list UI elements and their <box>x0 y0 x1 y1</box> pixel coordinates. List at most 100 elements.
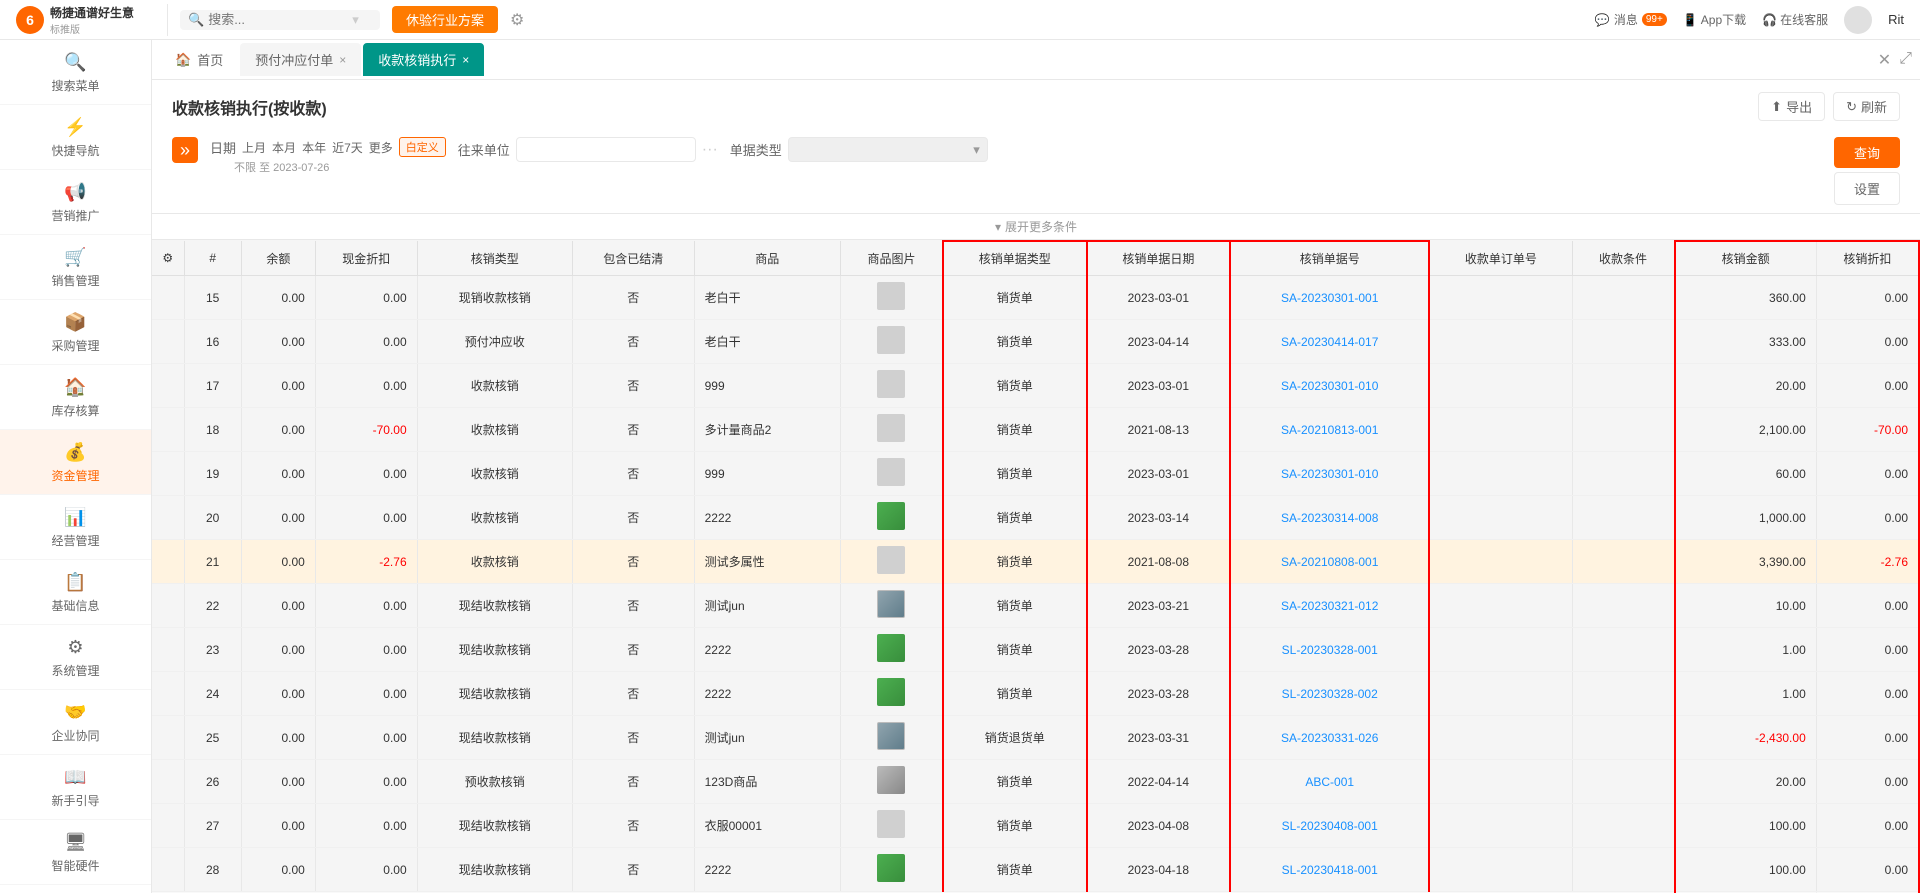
verify-bill-no-cell[interactable]: SA-20230301-001 <box>1230 276 1429 320</box>
verify-bill-link[interactable]: SA-20230321-012 <box>1281 599 1378 613</box>
verify-bill-link[interactable]: SA-20230301-001 <box>1281 291 1378 305</box>
tab-collection-close[interactable]: × <box>462 53 469 67</box>
sidebar-item-hardware[interactable]: 🖥 智能硬件 <box>0 820 151 885</box>
expand-more-button[interactable]: ▾ 展开更多条件 <box>995 218 1077 235</box>
sidebar-label-finance: 资金管理 <box>51 467 99 484</box>
tab-collection-label: 收款核销执行 <box>378 50 456 69</box>
verify-bill-link[interactable]: SL-20230328-002 <box>1282 687 1378 701</box>
verify-bill-no-cell[interactable]: SA-20230321-012 <box>1230 584 1429 628</box>
verify-bill-no-cell[interactable]: SA-20230314-008 <box>1230 496 1429 540</box>
verify-bill-no-cell[interactable]: SA-20230331-026 <box>1230 716 1429 760</box>
sidebar-item-system[interactable]: ⚙ 系统管理 <box>0 625 151 690</box>
verify-bill-link[interactable]: SA-20230301-010 <box>1281 467 1378 481</box>
verify-bill-link[interactable]: ABC-001 <box>1305 775 1354 789</box>
message-button[interactable]: 💬 消息 99+ <box>1595 11 1667 28</box>
verify-bill-no-cell[interactable]: SA-20210813-001 <box>1230 408 1429 452</box>
col-cash-discount: 现金折扣 <box>315 241 417 276</box>
cell: 现结收款核销 <box>417 584 572 628</box>
sidebar-item-finance[interactable]: 💰 资金管理 <box>0 430 151 495</box>
col-settings[interactable]: ⚙ <box>152 241 184 276</box>
cell: 0.00 <box>241 628 315 672</box>
verify-bill-no-cell[interactable]: SL-20230328-002 <box>1230 672 1429 716</box>
verify-bill-no-cell[interactable]: SL-20230328-001 <box>1230 628 1429 672</box>
tab-collection[interactable]: 收款核销执行 × <box>363 43 484 76</box>
table-settings-icon[interactable]: ⚙ <box>162 251 173 265</box>
sidebar-item-purchase[interactable]: 📦 采购管理 <box>0 300 151 365</box>
close-tab-button[interactable]: ✕ <box>1878 50 1891 70</box>
date-opt-custom[interactable]: 白定义 <box>399 137 446 157</box>
cell <box>1429 364 1572 408</box>
sidebar-item-inventory[interactable]: 🏠 库存核算 <box>0 365 151 430</box>
sidebar-item-collab[interactable]: 🤝 企业协同 <box>0 690 151 755</box>
search-input[interactable] <box>208 12 348 27</box>
tab-home-label: 首页 <box>197 50 223 69</box>
verify-bill-link[interactable]: SA-20210808-001 <box>1281 555 1378 569</box>
cell <box>1572 452 1675 496</box>
refresh-button[interactable]: ↻ 刷新 <box>1833 92 1900 121</box>
verify-bill-link[interactable]: SL-20230328-001 <box>1282 643 1378 657</box>
verify-bill-link[interactable]: SL-20230408-001 <box>1282 819 1378 833</box>
online-service-button[interactable]: 🎧 在线客服 <box>1762 11 1828 28</box>
cell <box>152 452 184 496</box>
cell: 2022-04-14 <box>1087 760 1231 804</box>
date-opt-this-year[interactable]: 本年 <box>302 139 326 156</box>
export-button[interactable]: ⬆ 导出 <box>1758 92 1825 121</box>
verify-bill-link[interactable]: SA-20230301-010 <box>1281 379 1378 393</box>
cell <box>1572 848 1675 892</box>
search-area[interactable]: 🔍 ▾ <box>180 10 380 30</box>
chevron-down-icon: ▾ <box>352 12 359 28</box>
cell <box>840 452 943 496</box>
sidebar-label-purchase: 采购管理 <box>51 337 99 354</box>
verify-bill-no-cell[interactable]: SL-20230418-001 <box>1230 848 1429 892</box>
sidebar-label-basics: 基础信息 <box>51 597 99 614</box>
verify-bill-link[interactable]: SL-20230418-001 <box>1282 863 1378 877</box>
filter-expand-button[interactable]: » <box>172 137 198 163</box>
order-type-label: 单据类型 <box>730 140 782 159</box>
verify-bill-no-cell[interactable]: SA-20230301-010 <box>1230 452 1429 496</box>
sidebar-item-basics[interactable]: 📋 基础信息 <box>0 560 151 625</box>
date-opt-this-month[interactable]: 本月 <box>272 139 296 156</box>
cell <box>840 672 943 716</box>
query-button[interactable]: 查询 <box>1834 137 1900 168</box>
verify-bill-no-cell[interactable]: SA-20230301-010 <box>1230 364 1429 408</box>
verify-bill-link[interactable]: SA-20230314-008 <box>1281 511 1378 525</box>
verify-bill-link[interactable]: SA-20230414-017 <box>1281 335 1378 349</box>
expand-tab-button[interactable]: ⤢ <box>1899 50 1912 70</box>
partner-input[interactable] <box>516 137 696 162</box>
col-verify-bill-no: 核销单据号 <box>1230 241 1429 276</box>
verify-bill-no-cell[interactable]: SL-20230408-001 <box>1230 804 1429 848</box>
cell: 0.00 <box>315 276 417 320</box>
cell: 0.00 <box>241 496 315 540</box>
date-opt-more[interactable]: 更多 <box>369 139 393 156</box>
tab-prepay-close[interactable]: × <box>339 53 346 67</box>
solution-button[interactable]: 休验行业方案 <box>392 6 498 33</box>
sidebar-item-operations[interactable]: 📊 经营管理 <box>0 495 151 560</box>
cell <box>840 276 943 320</box>
sidebar-item-wechat[interactable]: 💬 企业微信 <box>0 885 151 893</box>
cell: 2021-08-08 <box>1087 540 1231 584</box>
date-filter-group: 日期 上月 本月 本年 近7天 更多 白定义 不限 至 2023-07-26 <box>210 137 446 175</box>
avatar[interactable] <box>1844 6 1872 34</box>
tab-home[interactable]: 🏠 首页 <box>160 43 238 76</box>
verify-bill-no-cell[interactable]: SA-20210808-001 <box>1230 540 1429 584</box>
sidebar-item-marketing[interactable]: 📢 营销推广 <box>0 170 151 235</box>
table-wrapper[interactable]: ⚙ # 余额 现金折扣 核销类型 包含已结清 商品 商品图片 核销单据类型 核销… <box>152 240 1920 893</box>
order-type-select[interactable] <box>788 137 988 162</box>
app-download-button[interactable]: 📱 App下载 <box>1683 11 1746 28</box>
sidebar-item-sales[interactable]: 🛒 销售管理 <box>0 235 151 300</box>
gear-icon[interactable]: ⚙ <box>510 10 524 30</box>
sidebar-item-guide[interactable]: 📖 新手引导 <box>0 755 151 820</box>
verify-bill-link[interactable]: SA-20210813-001 <box>1281 423 1378 437</box>
cell: 26 <box>184 760 241 804</box>
verify-bill-no-cell[interactable]: SA-20230414-017 <box>1230 320 1429 364</box>
tab-prepay[interactable]: 预付冲应付单 × <box>240 43 361 76</box>
table-row: 280.000.00现结收款核销否2222销货单2023-04-18SL-202… <box>152 848 1919 892</box>
cell <box>152 364 184 408</box>
sidebar-item-search[interactable]: 🔍 搜索菜单 <box>0 40 151 105</box>
verify-bill-no-cell[interactable]: ABC-001 <box>1230 760 1429 804</box>
date-opt-7days[interactable]: 近7天 <box>332 139 363 156</box>
date-opt-last-month[interactable]: 上月 <box>242 139 266 156</box>
sidebar-item-quicknav[interactable]: ⚡ 快捷导航 <box>0 105 151 170</box>
verify-bill-link[interactable]: SA-20230331-026 <box>1281 731 1378 745</box>
setting-button[interactable]: 设置 <box>1834 172 1900 205</box>
